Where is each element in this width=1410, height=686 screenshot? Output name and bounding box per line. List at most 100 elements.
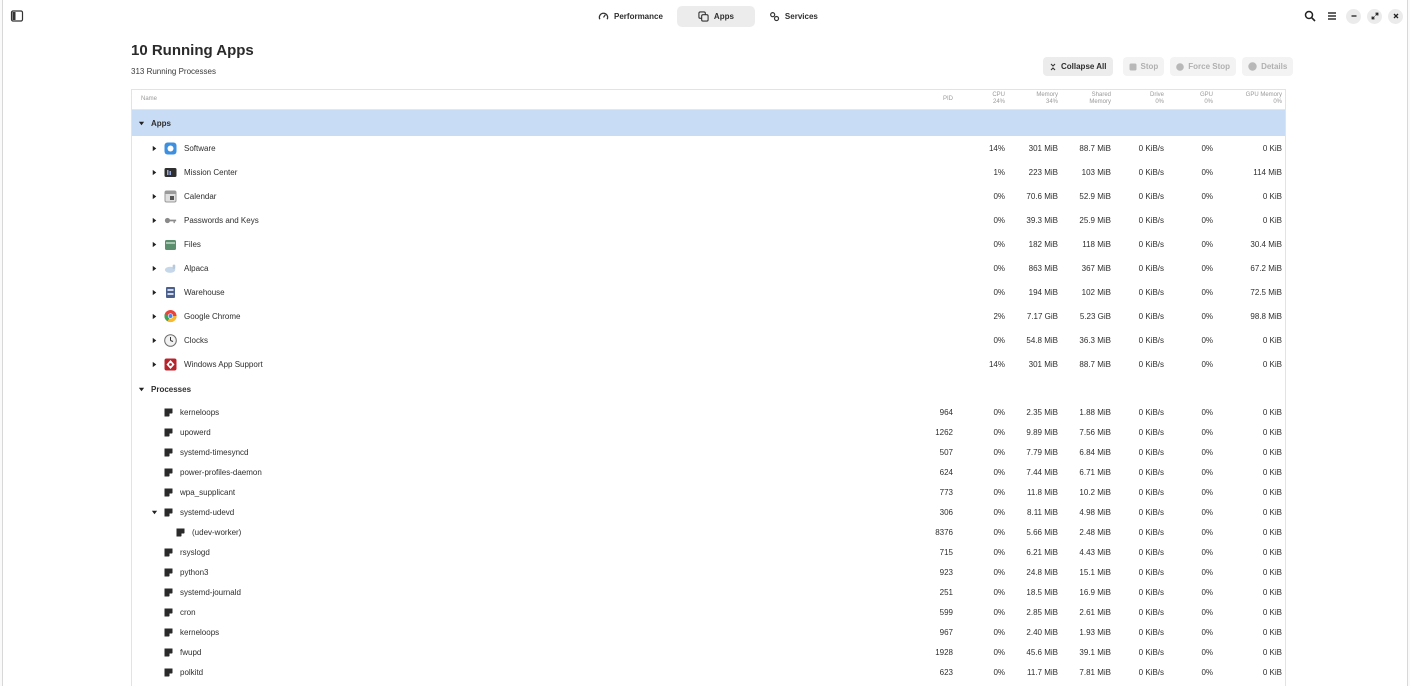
process-row[interactable]: fwupd 1928 0% 45.6 MiB 39.1 MiB 0 KiB/s 0% 0 Ki… xyxy=(132,642,1285,662)
drive-usage: 0 KiB/s xyxy=(1138,263,1164,273)
expand-caret-right-icon[interactable] xyxy=(150,216,158,224)
expand-caret-right-icon[interactable] xyxy=(150,168,158,176)
process-name: rsyslogd xyxy=(180,547,210,557)
group-row-apps[interactable]: Apps xyxy=(132,110,1285,136)
column-header-shared-memory[interactable]: Shared Memory xyxy=(1089,92,1111,106)
app-row[interactable]: Windows App Support 14% 301 MiB 88.7 MiB 0 K… xyxy=(132,352,1285,376)
app-name: Mission Center xyxy=(184,167,238,177)
wine-icon xyxy=(164,358,177,371)
cpu-usage: 0% xyxy=(993,427,1005,437)
view-switcher: Performance Apps Services xyxy=(588,6,828,27)
expand-caret-right-icon[interactable] xyxy=(150,144,158,152)
process-row[interactable]: wpa_supplicant 773 0% 11.8 MiB 10.2 MiB 0 KiB… xyxy=(132,482,1285,502)
cpu-usage: 0% xyxy=(993,239,1005,249)
cpu-usage: 0% xyxy=(993,507,1005,517)
tab-performance[interactable]: Performance xyxy=(588,6,673,27)
header-bar: Performance Apps Services xyxy=(3,0,1407,33)
expand-caret-right-icon[interactable] xyxy=(150,288,158,296)
app-row[interactable]: Google Chrome 2% 7.17 GiB 5.23 GiB 0 KiB/s 0%… xyxy=(132,304,1285,328)
process-pid: 964 xyxy=(939,407,953,417)
menu-button[interactable] xyxy=(1324,8,1340,24)
shared-memory: 16.9 MiB xyxy=(1079,587,1111,597)
expand-caret-right-icon[interactable] xyxy=(150,192,158,200)
gpu-memory-usage: 67.2 MiB xyxy=(1250,263,1282,273)
column-header-gpu-memory-total: 0% xyxy=(1273,99,1282,105)
shared-memory: 102 MiB xyxy=(1081,287,1111,297)
expand-caret-right-icon[interactable] xyxy=(150,264,158,272)
action-toolbar: Collapse All Stop Force Stop Details xyxy=(1043,57,1294,76)
memory-usage: 11.8 MiB xyxy=(1027,487,1058,497)
tab-apps[interactable]: Apps xyxy=(676,6,755,27)
process-row[interactable]: cron 599 0% 2.85 MiB 2.61 MiB 0 KiB/s 0% 0 KiB xyxy=(132,602,1285,622)
cpu-usage: 0% xyxy=(993,407,1005,417)
gpu-usage: 0% xyxy=(1201,547,1213,557)
collapse-all-button[interactable]: Collapse All xyxy=(1043,57,1113,76)
app-row[interactable]: Clocks 0% 54.8 MiB 36.3 MiB 0 KiB/s 0% 0 KiB xyxy=(132,328,1285,352)
maximize-button[interactable] xyxy=(1367,8,1382,24)
drive-usage: 0 KiB/s xyxy=(1138,527,1164,537)
stop-button[interactable]: Stop xyxy=(1122,57,1165,76)
force-stop-label: Force Stop xyxy=(1188,62,1231,71)
gpu-usage: 0% xyxy=(1201,507,1213,517)
shared-memory: 4.43 MiB xyxy=(1079,547,1111,557)
process-row[interactable]: kerneloops 964 0% 2.35 MiB 1.88 MiB 0 KiB/s 0%… xyxy=(132,402,1285,422)
clock-icon xyxy=(164,333,177,347)
force-stop-button[interactable]: Force Stop xyxy=(1170,57,1237,76)
column-header-cpu[interactable]: CPU 24% xyxy=(992,92,1005,106)
expand-caret-down-icon[interactable] xyxy=(137,119,145,127)
expand-caret-right-icon[interactable] xyxy=(150,360,158,368)
process-row[interactable]: rsyslogd 715 0% 6.21 MiB 4.43 MiB 0 KiB/s 0% 0 … xyxy=(132,542,1285,562)
drive-usage: 0 KiB/s xyxy=(1138,667,1164,677)
process-row[interactable]: upowerd 1262 0% 9.89 MiB 7.56 MiB 0 KiB/s 0% 0 … xyxy=(132,422,1285,442)
drive-usage: 0 KiB/s xyxy=(1138,239,1164,249)
gpu-usage: 0% xyxy=(1201,191,1213,201)
expand-caret-right-icon[interactable] xyxy=(150,312,158,320)
minimize-button[interactable] xyxy=(1346,8,1361,24)
expand-caret-down-icon[interactable] xyxy=(150,508,158,516)
app-name: Calendar xyxy=(184,191,217,201)
memory-usage: 45.6 MiB xyxy=(1026,647,1058,657)
app-row[interactable]: Files 0% 182 MiB 118 MiB 0 KiB/s 0% 30.4 MiB xyxy=(132,232,1285,256)
details-button[interactable]: Details xyxy=(1242,57,1294,76)
column-header-gpu[interactable]: GPU 0% xyxy=(1200,92,1213,106)
column-header-pid[interactable]: PID xyxy=(943,96,953,103)
column-header-name[interactable]: Name xyxy=(141,96,157,103)
process-table: Name PID CPU 24% Memory 34% Shared Memor… xyxy=(131,89,1286,686)
process-row[interactable]: kerneloops 967 0% 2.40 MiB 1.93 MiB 0 KiB/s 0%… xyxy=(132,622,1285,642)
app-row[interactable]: Alpaca 0% 863 MiB 367 MiB 0 KiB/s 0% 67.2 MiB xyxy=(132,256,1285,280)
process-pid: 623 xyxy=(939,667,953,677)
cpu-usage: 0% xyxy=(993,627,1005,637)
process-row[interactable]: (udev-worker) 8376 0% 5.66 MiB 2.48 MiB 0 KiB… xyxy=(132,522,1285,542)
app-row[interactable]: Mission Center 1% 223 MiB 103 MiB 0 KiB/s 0% 1… xyxy=(132,160,1285,184)
app-row[interactable]: Calendar 0% 70.6 MiB 52.9 MiB 0 KiB/s 0% 0 KiB xyxy=(132,184,1285,208)
cpu-usage: 0% xyxy=(993,667,1005,677)
tab-services[interactable]: Services xyxy=(759,6,828,27)
process-row[interactable]: systemd-journald 251 0% 18.5 MiB 16.9 MiB 0 K… xyxy=(132,582,1285,602)
process-row[interactable]: polkitd 623 0% 11.7 MiB 7.81 MiB 0 KiB/s 0% 0 K… xyxy=(132,662,1285,682)
cpu-usage: 0% xyxy=(993,263,1005,273)
expand-caret-right-icon[interactable] xyxy=(150,336,158,344)
cpu-usage: 0% xyxy=(993,447,1005,457)
shared-memory: 1.88 MiB xyxy=(1079,407,1111,417)
close-button[interactable] xyxy=(1388,8,1403,24)
process-row[interactable]: power-profiles-daemon 624 0% 7.44 MiB 6.71 M… xyxy=(132,462,1285,482)
processes-list: kerneloops 964 0% 2.35 MiB 1.88 MiB 0 KiB/s 0%… xyxy=(132,402,1285,682)
search-button[interactable] xyxy=(1302,8,1318,24)
shared-memory: 367 MiB xyxy=(1081,263,1111,273)
column-header-gpu-memory[interactable]: GPU Memory 0% xyxy=(1246,92,1282,106)
process-row[interactable]: systemd-udevd 306 0% 8.11 MiB 4.98 MiB 0 KiB/… xyxy=(132,502,1285,522)
memory-usage: 223 MiB xyxy=(1028,167,1058,177)
expand-caret-down-icon[interactable] xyxy=(137,385,145,393)
process-row[interactable]: python3 923 0% 24.8 MiB 15.1 MiB 0 KiB/s 0% 0 K… xyxy=(132,562,1285,582)
expand-caret-right-icon[interactable] xyxy=(150,240,158,248)
sidebar-toggle-button[interactable] xyxy=(10,9,24,23)
app-row[interactable]: Software 14% 301 MiB 88.7 MiB 0 KiB/s 0% 0 KiB xyxy=(132,136,1285,160)
column-header-memory[interactable]: Memory 34% xyxy=(1036,92,1058,106)
group-row-processes[interactable]: Processes xyxy=(132,376,1285,402)
column-header-drive[interactable]: Drive 0% xyxy=(1150,92,1164,106)
app-row[interactable]: Passwords and Keys 0% 39.3 MiB 25.9 MiB 0 Ki… xyxy=(132,208,1285,232)
process-row[interactable]: systemd-timesyncd 507 0% 7.79 MiB 6.84 MiB 0 … xyxy=(132,442,1285,462)
gpu-usage: 0% xyxy=(1201,263,1213,273)
app-row[interactable]: Warehouse 0% 194 MiB 102 MiB 0 KiB/s 0% 72.5 M… xyxy=(132,280,1285,304)
gpu-memory-usage: 0 KiB xyxy=(1262,487,1282,497)
